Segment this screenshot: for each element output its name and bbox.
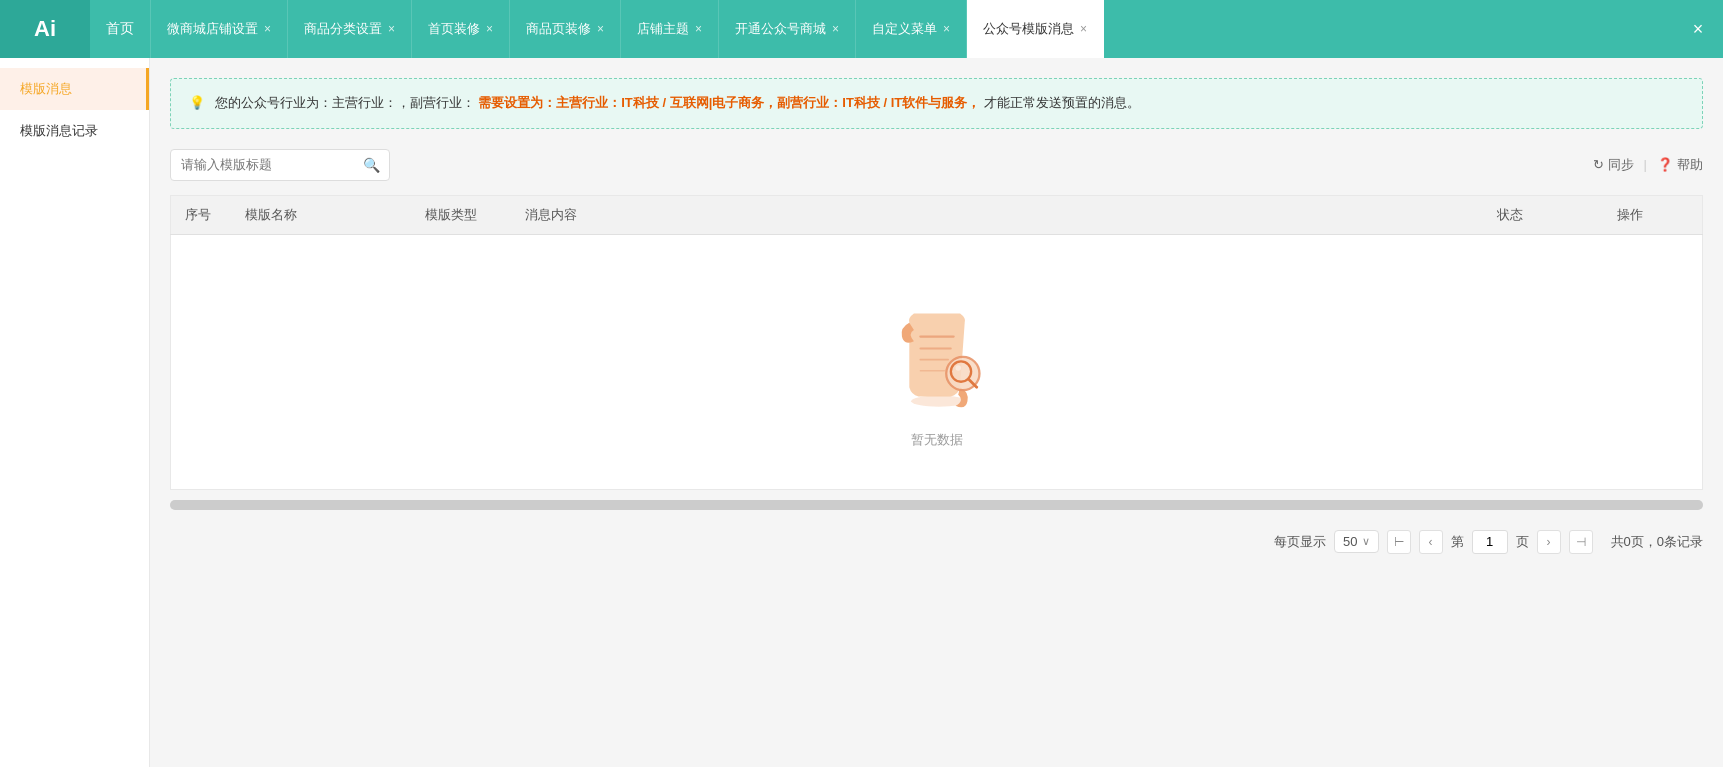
tab-template-msg[interactable]: 公众号模版消息 × <box>967 0 1104 58</box>
tab-label-store-theme: 店铺主题 <box>637 20 689 38</box>
tab-label-product-decor: 商品页装修 <box>526 20 591 38</box>
nav-tabs: 首页微商城店铺设置×商品分类设置×首页装修×商品页装修×店铺主题×开通公众号商城… <box>90 0 1673 58</box>
search-input-wrap: 🔍 <box>170 149 390 181</box>
tab-close-category[interactable]: × <box>388 22 395 36</box>
col-header-name: 模版名称 <box>231 195 411 234</box>
tab-close-custom-menu[interactable]: × <box>943 22 950 36</box>
sync-icon: ↻ <box>1593 157 1604 172</box>
tab-close-home-decor[interactable]: × <box>486 22 493 36</box>
tab-close-product-decor[interactable]: × <box>597 22 604 36</box>
global-close-button[interactable]: × <box>1673 0 1723 58</box>
logo: Ai <box>0 0 90 58</box>
bulb-icon: 💡 <box>189 95 205 110</box>
top-nav: Ai 首页微商城店铺设置×商品分类设置×首页装修×商品页装修×店铺主题×开通公众… <box>0 0 1723 58</box>
page-label: 页 <box>1516 533 1529 551</box>
next-page-button[interactable]: › <box>1537 530 1561 554</box>
per-page-value: 50 <box>1343 534 1357 549</box>
tab-label-home-decor: 首页装修 <box>428 20 480 38</box>
tab-open-mall[interactable]: 开通公众号商城 × <box>719 0 856 58</box>
tab-label-home: 首页 <box>106 20 134 38</box>
table-header-row: 序号模版名称模版类型消息内容状态操作 <box>171 195 1703 234</box>
total-label: 共0页，0条记录 <box>1611 533 1703 551</box>
svg-point-8 <box>955 365 961 371</box>
tab-wechat-store[interactable]: 微商城店铺设置 × <box>151 0 288 58</box>
first-page-button[interactable]: ⊢ <box>1387 530 1411 554</box>
help-icon: ❓ <box>1657 157 1673 172</box>
col-header-content: 消息内容 <box>511 195 1483 234</box>
per-page-select[interactable]: 50 ∨ <box>1334 530 1378 553</box>
data-table: 序号模版名称模版类型消息内容状态操作 <box>170 195 1703 490</box>
tab-label-wechat-store: 微商城店铺设置 <box>167 20 258 38</box>
search-bar: 🔍 ↻ 同步 | ❓ 帮助 <box>170 149 1703 181</box>
per-page-label: 每页显示 <box>1274 533 1326 551</box>
last-page-button[interactable]: ⊣ <box>1569 530 1593 554</box>
tab-label-category: 商品分类设置 <box>304 20 382 38</box>
main-layout: 模版消息模版消息记录 💡 您的公众号行业为：主营行业：，副营行业： 需要设置为：… <box>0 58 1723 767</box>
empty-text: 暂无数据 <box>911 431 963 449</box>
chevron-down-icon: ∨ <box>1362 535 1370 548</box>
tab-category[interactable]: 商品分类设置 × <box>288 0 412 58</box>
sidebar-item-template-record[interactable]: 模版消息记录 <box>0 110 149 152</box>
table-header: 序号模版名称模版类型消息内容状态操作 <box>171 195 1703 234</box>
search-icon[interactable]: 🔍 <box>363 157 380 173</box>
horizontal-scrollbar[interactable] <box>170 500 1703 510</box>
scrollbar-thumb[interactable] <box>170 500 1703 510</box>
prev-page-button[interactable]: ‹ <box>1419 530 1443 554</box>
di-label: 第 <box>1451 533 1464 551</box>
notice-suffix: 才能正常发送预置的消息。 <box>984 95 1140 110</box>
notice-highlight: 需要设置为：主营行业：IT科技 / 互联网|电子商务，副营行业：IT科技 / I… <box>478 95 980 110</box>
tab-custom-menu[interactable]: 自定义菜单 × <box>856 0 967 58</box>
sidebar: 模版消息模版消息记录 <box>0 58 150 767</box>
tab-label-custom-menu: 自定义菜单 <box>872 20 937 38</box>
page-input[interactable] <box>1472 530 1508 554</box>
col-header-seq: 序号 <box>171 195 231 234</box>
help-button[interactable]: ❓ 帮助 <box>1657 156 1703 174</box>
table-body: 暂无数据 <box>171 234 1703 489</box>
notice-box: 💡 您的公众号行业为：主营行业：，副营行业： 需要设置为：主营行业：IT科技 /… <box>170 78 1703 129</box>
col-header-status: 状态 <box>1483 195 1603 234</box>
tab-home-decor[interactable]: 首页装修 × <box>412 0 510 58</box>
toolbar-divider: | <box>1644 157 1647 172</box>
sync-button[interactable]: ↻ 同步 <box>1593 156 1634 174</box>
col-header-type: 模版类型 <box>411 195 511 234</box>
tab-label-open-mall: 开通公众号商城 <box>735 20 826 38</box>
main-content: 💡 您的公众号行业为：主营行业：，副营行业： 需要设置为：主营行业：IT科技 /… <box>150 58 1723 767</box>
col-header-op: 操作 <box>1603 195 1703 234</box>
tab-product-decor[interactable]: 商品页装修 × <box>510 0 621 58</box>
tab-close-wechat-store[interactable]: × <box>264 22 271 36</box>
tab-close-open-mall[interactable]: × <box>832 22 839 36</box>
notice-prefix: 您的公众号行业为：主营行业：，副营行业： <box>215 95 475 110</box>
toolbar-right: ↻ 同步 | ❓ 帮助 <box>1593 156 1703 174</box>
search-input[interactable] <box>170 149 390 181</box>
tab-home[interactable]: 首页 <box>90 0 151 58</box>
tab-close-store-theme[interactable]: × <box>695 22 702 36</box>
tab-close-template-msg[interactable]: × <box>1080 22 1087 36</box>
sidebar-item-template-msg[interactable]: 模版消息 <box>0 68 149 110</box>
empty-state-row: 暂无数据 <box>171 234 1703 489</box>
tab-store-theme[interactable]: 店铺主题 × <box>621 0 719 58</box>
empty-state: 暂无数据 <box>171 235 1702 489</box>
pagination: 每页显示 50 ∨ ⊢ ‹ 第 页 › ⊣ 共0页，0条记录 <box>170 520 1703 564</box>
empty-illustration <box>877 295 997 415</box>
tab-label-template-msg: 公众号模版消息 <box>983 20 1074 38</box>
